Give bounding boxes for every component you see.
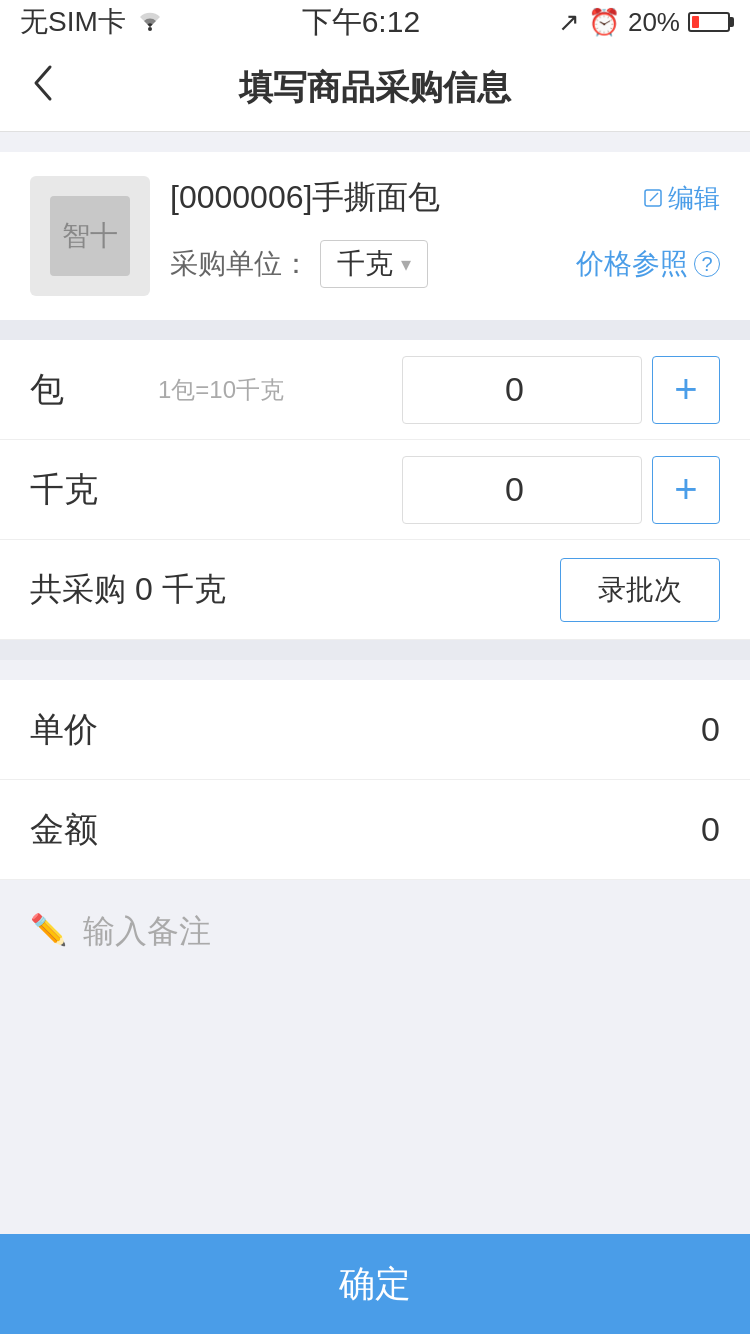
amount-value: 0 — [701, 810, 720, 849]
alarm-icon: ⏰ — [588, 7, 620, 38]
product-image: 智十 — [30, 176, 150, 296]
svg-line-3 — [656, 193, 658, 195]
batch-button[interactable]: 录批次 — [560, 558, 720, 622]
section-divider-2 — [0, 640, 750, 660]
notes-section[interactable]: ✏️ 输入备注 — [0, 880, 750, 1280]
bag-quantity-input[interactable] — [402, 356, 642, 424]
summary-text: 共采购 0 千克 — [30, 568, 226, 612]
kg-input-row: 千克 + — [0, 440, 750, 540]
status-left: 无SIM卡 — [20, 3, 164, 41]
svg-line-2 — [650, 195, 656, 201]
kg-plus-button[interactable]: + — [652, 456, 720, 524]
product-name-row: [0000006]手撕面包 编辑 — [170, 176, 720, 220]
unit-row: 采购单位： 千克 ▾ 价格参照 ? — [170, 240, 720, 288]
status-right: ↗ ⏰ 20% — [558, 7, 730, 38]
time-display: 下午6:12 — [302, 2, 420, 43]
info-icon: ? — [694, 251, 720, 277]
unit-price-row: 单价 0 — [0, 680, 750, 780]
wifi-icon — [136, 6, 164, 38]
product-name: [0000006]手撕面包 — [170, 176, 440, 220]
bag-sublabel: 1包=10千克 — [158, 374, 284, 406]
kg-quantity-input[interactable] — [402, 456, 642, 524]
chevron-down-icon: ▾ — [401, 252, 411, 276]
amount-row: 金额 0 — [0, 780, 750, 880]
kg-label: 千克 — [30, 467, 150, 513]
carrier-text: 无SIM卡 — [20, 3, 126, 41]
back-button[interactable] — [30, 63, 54, 112]
notes-placeholder: 输入备注 — [83, 910, 211, 954]
edit-button[interactable]: 编辑 — [642, 181, 720, 216]
page-title: 填写商品采购信息 — [239, 65, 511, 111]
svg-point-0 — [148, 27, 152, 31]
nav-bar: 填写商品采购信息 — [0, 44, 750, 132]
input-section: 包 1包=10千克 + 千克 + 共采购 0 千克 录批次 — [0, 340, 750, 640]
unit-label: 采购单位： — [170, 245, 310, 283]
amount-label: 金额 — [30, 807, 98, 853]
pencil-icon: ✏️ — [30, 912, 67, 947]
bag-input-row: 包 1包=10千克 + — [0, 340, 750, 440]
bag-plus-button[interactable]: + — [652, 356, 720, 424]
product-logo: 智十 — [50, 196, 130, 276]
unit-price-value: 0 — [701, 710, 720, 749]
location-icon: ↗ — [558, 7, 580, 38]
product-card: 智十 [0000006]手撕面包 编辑 采购单位： 千克 ▾ — [0, 152, 750, 320]
unit-price-label: 单价 — [30, 707, 98, 753]
price-section: 单价 0 金额 0 — [0, 680, 750, 880]
confirm-button[interactable]: 确定 — [0, 1234, 750, 1334]
product-info: [0000006]手撕面包 编辑 采购单位： 千克 ▾ 价格参照 ? — [170, 176, 720, 288]
status-bar: 无SIM卡 下午6:12 ↗ ⏰ 20% — [0, 0, 750, 44]
battery-percent: 20% — [628, 7, 680, 38]
bag-label: 包 — [30, 367, 150, 413]
section-divider-1 — [0, 320, 750, 340]
price-ref-button[interactable]: 价格参照 ? — [576, 245, 720, 283]
summary-row: 共采购 0 千克 录批次 — [0, 540, 750, 640]
unit-select[interactable]: 千克 ▾ — [320, 240, 428, 288]
battery-icon — [688, 12, 730, 32]
